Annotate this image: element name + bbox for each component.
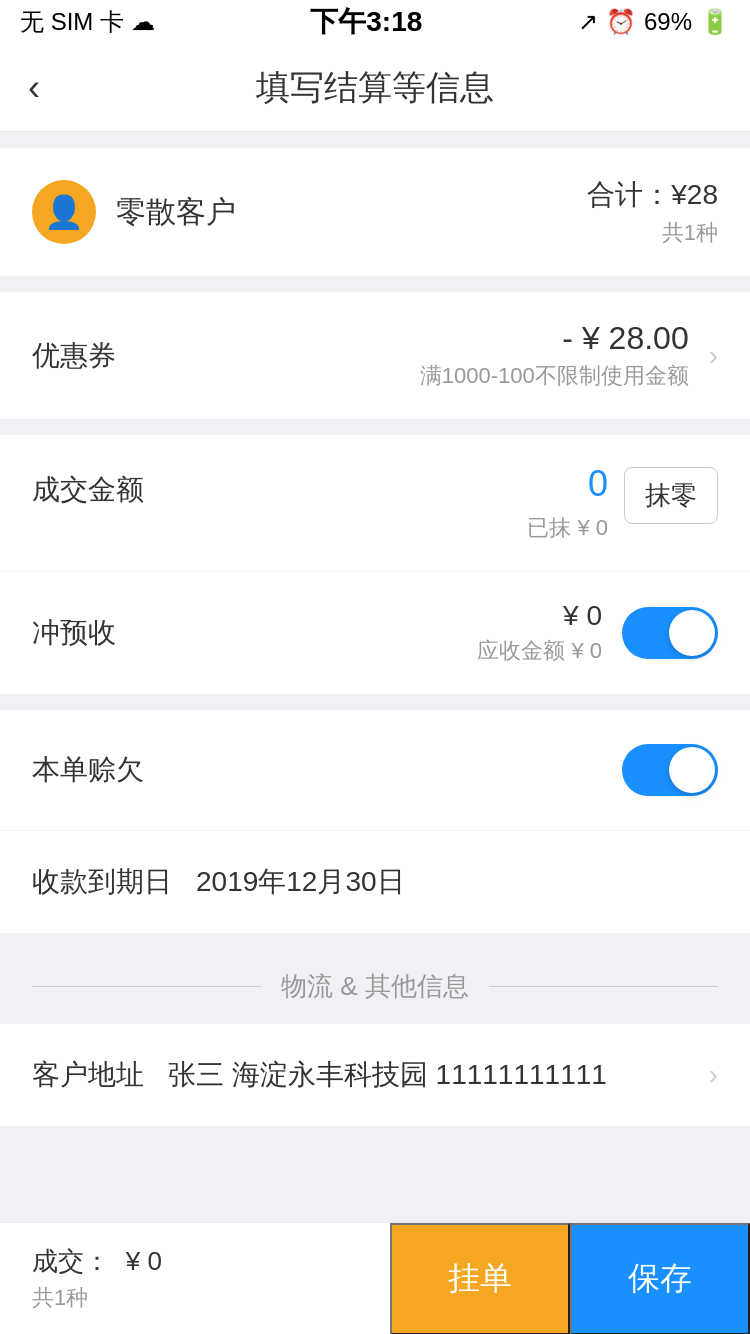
deal-amount-right: 0 已抹 ¥ 0 抹零: [527, 463, 718, 543]
prereceive-values: ¥ 0 应收金额 ¥ 0: [477, 600, 602, 666]
battery-label: 69%: [644, 8, 692, 36]
bottom-deal-label: 成交：: [32, 1246, 110, 1276]
avatar: 👤: [32, 180, 96, 244]
duedate-label: 收款到期日: [32, 863, 172, 901]
duedate-value: 2019年12月30日: [196, 863, 405, 901]
round-zero-button[interactable]: 抹零: [624, 467, 718, 524]
status-time: 下午3:18: [310, 3, 422, 41]
toggle-circle-debt: [669, 747, 715, 793]
customer-left: 👤 零散客户: [32, 180, 236, 244]
deal-amount-label: 成交金额: [32, 463, 144, 509]
customer-right: 合计：¥28 共1种: [587, 176, 718, 248]
prereceive-row: 冲预收 ¥ 0 应收金额 ¥ 0: [0, 572, 750, 694]
avatar-icon: 👤: [44, 193, 84, 231]
coupon-row[interactable]: 优惠券 - ¥ 28.00 满1000-100不限制使用金额 ›: [0, 292, 750, 419]
prereceive-label: 冲预收: [32, 614, 116, 652]
coupon-value-col: - ¥ 28.00 满1000-100不限制使用金额: [420, 320, 689, 391]
debt-label: 本单赊欠: [32, 751, 144, 789]
location-icon: ↗: [578, 8, 598, 36]
deal-amount-input[interactable]: 0: [527, 463, 608, 505]
coupon-value: - ¥ 28.00: [420, 320, 689, 357]
battery-icon: 🔋: [700, 8, 730, 36]
debt-toggle[interactable]: [622, 744, 718, 796]
sim-label: 无 SIM 卡 ☁: [20, 6, 155, 38]
logistics-header: 物流 & 其他信息: [32, 969, 718, 1004]
customer-card: 👤 零散客户 合计：¥28 共1种: [0, 148, 750, 276]
amount-card: 成交金额 0 已抹 ¥ 0 抹零 冲预收 ¥ 0 应收金额 ¥ 0: [0, 435, 750, 694]
nav-bar: ‹ 填写结算等信息: [0, 44, 750, 132]
bottom-bar: 成交： ¥ 0 共1种 挂单 保存: [0, 1222, 750, 1334]
customer-name: 零散客户: [116, 192, 236, 233]
status-left: 无 SIM 卡 ☁: [20, 6, 155, 38]
logistics-section: 物流 & 其他信息: [0, 949, 750, 1024]
deal-amount-row: 成交金额 0 已抹 ¥ 0 抹零: [0, 435, 750, 572]
divider-right: [489, 986, 718, 987]
coupon-card[interactable]: 优惠券 - ¥ 28.00 满1000-100不限制使用金额 ›: [0, 292, 750, 419]
alarm-icon: ⏰: [606, 8, 636, 36]
prereceive-main-value: ¥ 0: [477, 600, 602, 632]
customer-count: 共1种: [587, 218, 718, 248]
address-label: 客户地址: [32, 1056, 144, 1094]
content: 👤 零散客户 合计：¥28 共1种 优惠券 - ¥ 28.00 满1000-10…: [0, 148, 750, 1262]
address-row[interactable]: 客户地址 张三 海淀永丰科技园 11111111111 ›: [0, 1024, 750, 1126]
coupon-right: - ¥ 28.00 满1000-100不限制使用金额 ›: [420, 320, 718, 391]
address-card[interactable]: 客户地址 张三 海淀永丰科技园 11111111111 ›: [0, 1024, 750, 1126]
chevron-right-icon: ›: [709, 340, 718, 372]
page-title: 填写结算等信息: [256, 65, 494, 111]
bottom-deal-value: ¥ 0: [126, 1246, 162, 1276]
bottom-summary: 成交： ¥ 0 共1种: [0, 1244, 390, 1313]
prereceive-right: ¥ 0 应收金额 ¥ 0: [477, 600, 718, 666]
logistics-title: 物流 & 其他信息: [281, 969, 469, 1004]
duedate-row: 收款到期日 2019年12月30日: [0, 831, 750, 933]
debt-card: 本单赊欠 收款到期日 2019年12月30日: [0, 710, 750, 933]
coupon-desc: 满1000-100不限制使用金额: [420, 361, 689, 391]
customer-total: 合计：¥28: [587, 176, 718, 214]
status-bar: 无 SIM 卡 ☁ 下午3:18 ↗ ⏰ 69% 🔋: [0, 0, 750, 44]
save-button[interactable]: 保存: [570, 1223, 750, 1335]
status-right: ↗ ⏰ 69% 🔋: [578, 8, 730, 36]
hang-order-button[interactable]: 挂单: [390, 1223, 570, 1335]
address-chevron-icon: ›: [709, 1059, 718, 1091]
coupon-label: 优惠券: [32, 337, 116, 375]
prereceive-sub-value: 应收金额 ¥ 0: [477, 636, 602, 666]
bottom-deal-row: 成交： ¥ 0: [32, 1244, 358, 1279]
deal-amount-col: 0 已抹 ¥ 0: [527, 463, 608, 543]
debt-row: 本单赊欠: [0, 710, 750, 830]
toggle-circle: [669, 610, 715, 656]
address-value: 张三 海淀永丰科技园 11111111111: [168, 1056, 701, 1094]
bottom-count: 共1种: [32, 1283, 358, 1313]
customer-row: 👤 零散客户 合计：¥28 共1种: [0, 148, 750, 276]
back-button[interactable]: ‹: [28, 67, 40, 109]
deal-amount-sub: 已抹 ¥ 0: [527, 513, 608, 543]
divider-left: [32, 986, 261, 987]
prereceive-toggle[interactable]: [622, 607, 718, 659]
